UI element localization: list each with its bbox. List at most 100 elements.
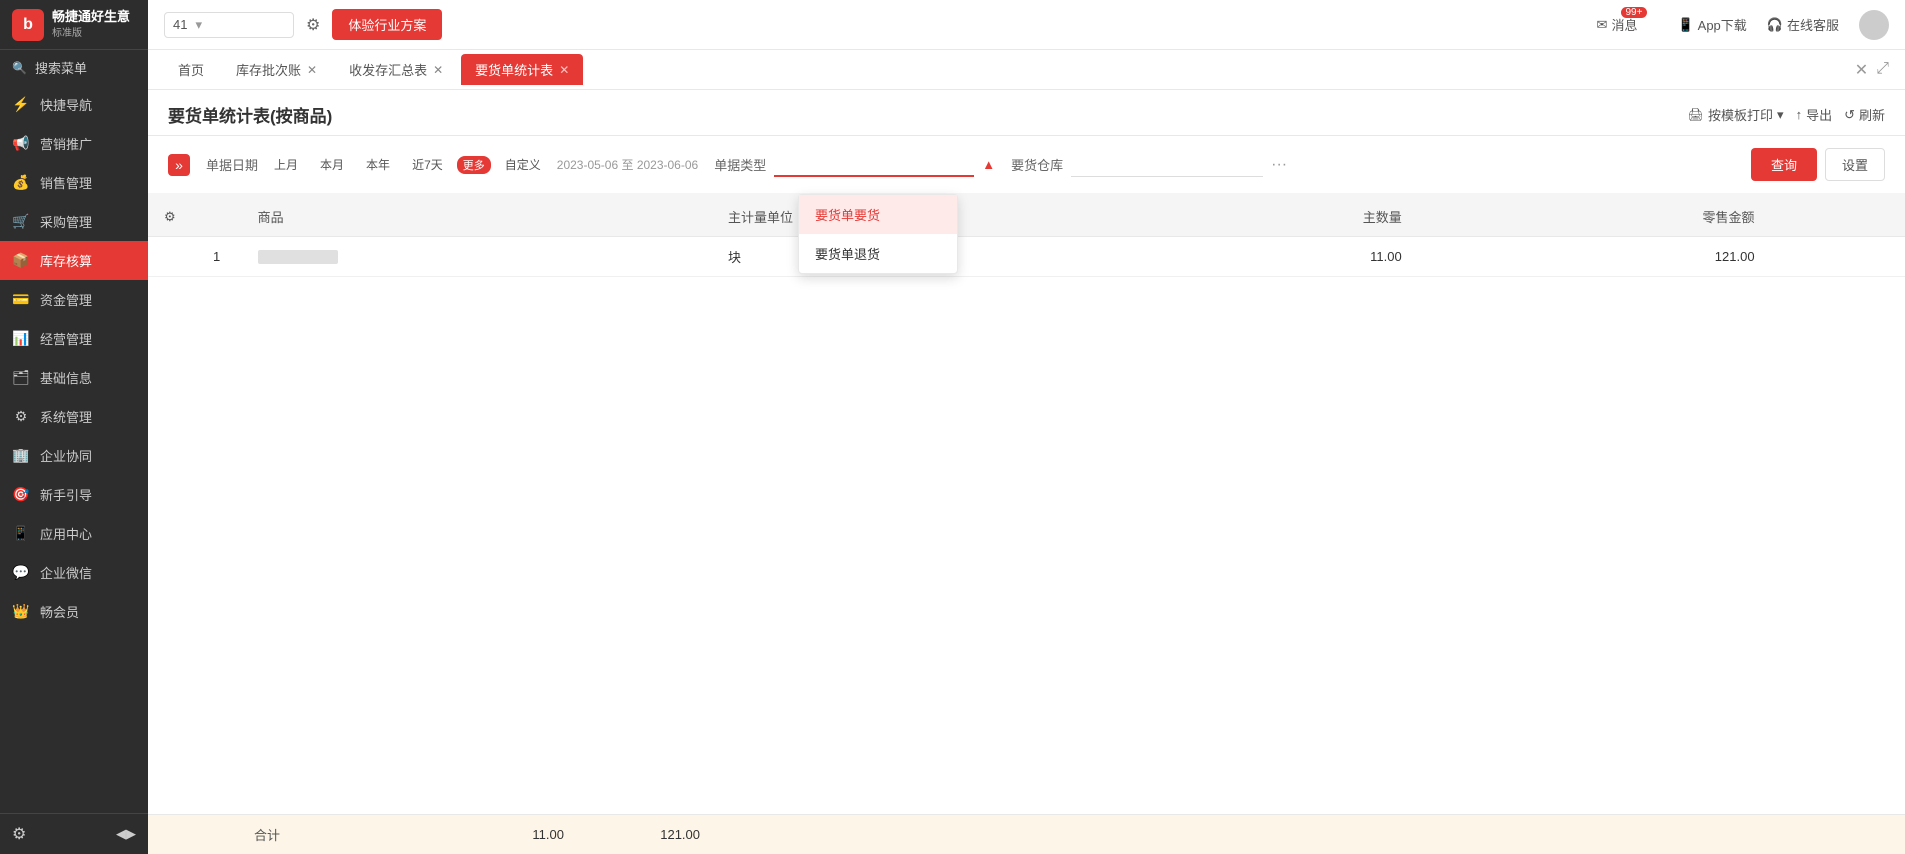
col-sale-amount: 零售金额 — [1418, 197, 1771, 237]
type-filter-group: 单据类型 ▲ — [714, 152, 995, 177]
prev-month-btn[interactable]: 上月 — [266, 153, 306, 176]
gear-icon: ⚙ — [164, 209, 176, 224]
date-range-text: 2023-05-06 至 2023-06-06 — [557, 156, 698, 173]
inventory-icon: 📦 — [12, 252, 30, 269]
sidebar-item-finance[interactable]: 💳资金管理 — [0, 280, 148, 319]
query-btn[interactable]: 查询 — [1751, 148, 1817, 181]
finance-icon: 💳 — [12, 291, 30, 308]
sidebar-item-label: 企业协同 — [40, 446, 92, 465]
footer-label: 合计 — [164, 825, 444, 844]
export-btn[interactable]: ↑ 导出 — [1796, 105, 1833, 124]
this-month-btn[interactable]: 本月 — [312, 153, 352, 176]
print-template-btn[interactable]: 🖨 按模板打印 ▾ — [1688, 105, 1784, 124]
enterprise-icon: 🏢 — [12, 447, 30, 464]
sales-icon: 💰 — [12, 174, 30, 191]
fullscreen-icon[interactable]: ⤢ — [1876, 60, 1889, 80]
tab-close-icon[interactable]: ✕ — [559, 63, 569, 77]
member-icon: 👑 — [12, 603, 30, 620]
sidebar-item-label: 新手引导 — [40, 485, 92, 504]
sidebar-item-label: 快捷导航 — [40, 95, 92, 114]
tab-inventory-batch[interactable]: 库存批次账 ✕ — [222, 54, 331, 85]
message-icon: ✉ — [1597, 17, 1608, 33]
sidebar-item-enterprise[interactable]: 🏢 企业协同 — [0, 436, 148, 475]
sidebar-item-marketing[interactable]: 📢营销推广 — [0, 124, 148, 163]
system-icon: ⚙ — [12, 408, 30, 425]
tab-home[interactable]: 首页 — [164, 54, 218, 85]
close-tab-icon[interactable]: ✕ — [1855, 60, 1868, 80]
warehouse-filter-group: 要货仓库 ··· — [1011, 153, 1287, 177]
topbar-right: ✉ 消息 99+ 📱 App下载 🎧 在线客服 — [1597, 10, 1889, 40]
warehouse-input[interactable] — [1071, 153, 1263, 177]
sidebar-item-operations[interactable]: 📊经营管理 — [0, 319, 148, 358]
topbar-left: 41 ▾ ⚙ 体验行业方案 — [164, 9, 1597, 40]
messages-btn[interactable]: ✉ 消息 99+ — [1597, 15, 1638, 34]
print-icon: 🖨 — [1688, 107, 1705, 123]
sidebar-item-label: 应用中心 — [40, 524, 92, 543]
filter-settings-btn[interactable]: 设置 — [1825, 148, 1885, 181]
type-select-input[interactable] — [774, 152, 974, 177]
topbar: 41 ▾ ⚙ 体验行业方案 ✉ 消息 99+ 📱 App下载 🎧 在线客服 — [148, 0, 1905, 50]
filter-expand-btn[interactable]: » — [168, 154, 190, 176]
collapse-icon[interactable]: ◀▶ — [116, 826, 136, 842]
chevron-down-icon: ▾ — [195, 17, 202, 33]
page-title: 要货单统计表(按商品) — [168, 102, 332, 127]
col-extra — [1771, 197, 1905, 237]
chevron-down-icon: ▾ — [1777, 107, 1784, 123]
footer-sale-amount: 121.00 — [580, 827, 700, 842]
more-date-btn[interactable]: 更多 — [457, 156, 491, 174]
topbar-gear-icon[interactable]: ⚙ — [306, 15, 320, 35]
settings-icon[interactable]: ⚙ — [12, 824, 26, 844]
tab-close-icon[interactable]: ✕ — [307, 63, 317, 77]
warehouse-more-btn[interactable]: ··· — [1271, 156, 1287, 174]
sidebar-item-sales[interactable]: 💰销售管理 — [0, 163, 148, 202]
avatar[interactable] — [1859, 10, 1889, 40]
date-shortcuts: 上月 本月 本年 近7天 更多 自定义 — [266, 153, 549, 176]
sidebar-item-member[interactable]: 👑畅会员 — [0, 592, 148, 631]
sidebar-item-app-center[interactable]: 📱应用中心 — [0, 514, 148, 553]
sidebar-item-basic-info[interactable]: 🗂基础信息 — [0, 358, 148, 397]
tab-bar-actions: ✕ ⤢ — [1855, 60, 1889, 80]
tab-label: 首页 — [178, 60, 204, 79]
type-dropdown-arrow[interactable]: ▲ — [982, 157, 995, 172]
tabbar: 首页 库存批次账 ✕ 收发存汇总表 ✕ 要货单统计表 ✕ ✕ ⤢ — [148, 50, 1905, 90]
search-icon: 🔍 — [12, 61, 27, 75]
sidebar-item-quick-nav[interactable]: ⚡快捷导航 — [0, 85, 148, 124]
sidebar-item-inventory[interactable]: 📦库存核算 — [0, 241, 148, 280]
tab-recv-send-summary[interactable]: 收发存汇总表 ✕ — [335, 54, 457, 85]
tab-label: 要货单统计表 — [475, 60, 553, 79]
store-selector[interactable]: 41 ▾ — [164, 12, 294, 38]
tab-label: 收发存汇总表 — [349, 60, 427, 79]
sidebar-item-purchase[interactable]: 🛒采购管理 — [0, 202, 148, 241]
tab-label: 库存批次账 — [236, 60, 301, 79]
sidebar-item-wechat[interactable]: 💬企业微信 — [0, 553, 148, 592]
basic-info-icon: 🗂 — [12, 369, 30, 386]
dropdown-item-order-return[interactable]: 要货单退货 — [799, 234, 957, 273]
tab-close-icon[interactable]: ✕ — [433, 63, 443, 77]
purchase-icon: 🛒 — [12, 213, 30, 230]
row-product — [242, 237, 712, 277]
sidebar-item-system[interactable]: ⚙ 系统管理 — [0, 397, 148, 436]
app-download-btn[interactable]: 📱 App下载 — [1677, 15, 1746, 34]
refresh-btn[interactable]: ↺ 刷新 — [1844, 105, 1885, 124]
filter-actions: 查询 设置 — [1751, 148, 1885, 181]
custom-date-btn[interactable]: 自定义 — [497, 153, 549, 176]
row-qty: 11.00 — [1119, 237, 1417, 277]
date-label: 单据日期 — [206, 155, 258, 174]
trial-btn[interactable]: 体验行业方案 — [332, 9, 442, 40]
type-label: 单据类型 — [714, 155, 766, 174]
col-settings[interactable]: ⚙ — [148, 197, 192, 237]
sidebar-item-label: 系统管理 — [40, 407, 92, 426]
last-7days-btn[interactable]: 近7天 — [404, 153, 451, 176]
this-year-btn[interactable]: 本年 — [358, 153, 398, 176]
sidebar-item-guide[interactable]: 🎯新手引导 — [0, 475, 148, 514]
tab-order-summary[interactable]: 要货单统计表 ✕ — [461, 54, 583, 85]
sidebar-search-btn[interactable]: 🔍 搜索菜单 — [0, 50, 148, 85]
warehouse-label: 要货仓库 — [1011, 155, 1063, 174]
page-content: 要货单统计表(按商品) 🖨 按模板打印 ▾ ↑ 导出 ↺ 刷新 — [148, 90, 1905, 854]
headset-icon: 🎧 — [1767, 17, 1783, 33]
expand-icon: » — [175, 157, 183, 173]
online-service-btn[interactable]: 🎧 在线客服 — [1767, 15, 1839, 34]
dropdown-item-order-goods[interactable]: 要货单要货 — [799, 195, 957, 234]
type-dropdown: 要货单要货要货单退货 — [798, 194, 958, 274]
table-header-row: ⚙ 商品 主计量单位 主数量 零售金额 — [148, 197, 1905, 237]
